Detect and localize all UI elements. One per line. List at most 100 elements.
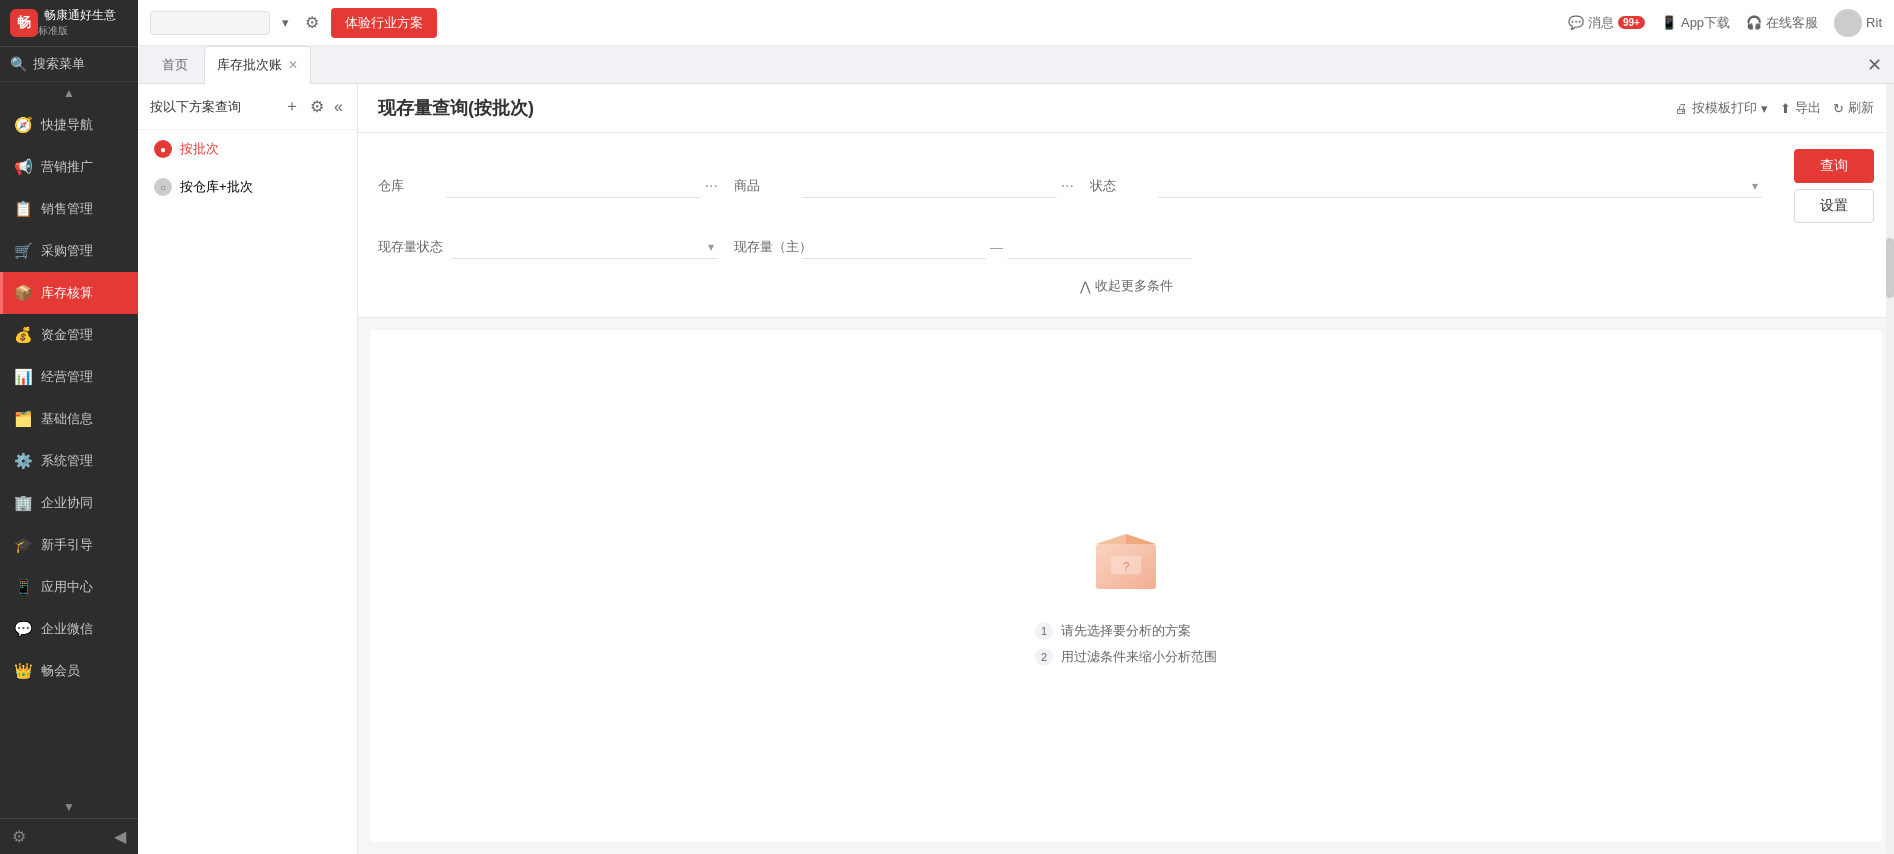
left-panel-header: 按以下方案查询 ＋ ⚙ «	[138, 84, 357, 130]
nav-label-purchase: 采购管理	[41, 242, 93, 260]
tab-close-icon[interactable]: ✕	[288, 59, 298, 71]
empty-tip-2: 2 用过滤条件来缩小分析范围	[1035, 648, 1217, 666]
message-item[interactable]: 💬 消息 99+	[1568, 14, 1645, 32]
collapse-panel-icon[interactable]: «	[332, 96, 345, 118]
sidebar-item-member[interactable]: 👑畅会员	[0, 650, 138, 692]
empty-tip-1: 1 请先选择要分析的方案	[1035, 622, 1217, 640]
user-name: Rit	[1866, 15, 1882, 30]
content-area: ? 1 请先选择要分析的方案 2 用过滤条件来缩小分析范围	[370, 330, 1882, 842]
phone-icon: 📱	[1661, 15, 1677, 30]
product-dots[interactable]: ···	[1061, 177, 1074, 195]
sidebar-item-operations[interactable]: 📊经营管理	[0, 356, 138, 398]
scheme-item-batch[interactable]: ● 按批次	[138, 130, 357, 168]
inventory-qty-from[interactable]	[802, 235, 986, 259]
product-input[interactable]	[802, 174, 1057, 198]
sidebar-item-system[interactable]: ⚙️系统管理	[0, 440, 138, 482]
settings-scheme-icon[interactable]: ⚙	[308, 95, 326, 118]
action-btn-group: 查询 设置	[1794, 149, 1874, 223]
topbar-right: 💬 消息 99+ 📱 App下载 🎧 在线客服 Rit	[1568, 9, 1882, 37]
warehouse-dots[interactable]: ···	[705, 177, 718, 195]
sidebar-item-newbie[interactable]: 🎓 新手引导	[0, 524, 138, 566]
filter-row-1: 仓库 ··· 商品 ··· 状态	[378, 149, 1874, 223]
nav-label-system: 系统管理	[41, 452, 93, 470]
svg-marker-1	[1096, 534, 1126, 544]
query-button[interactable]: 查询	[1794, 149, 1874, 183]
customer-service-label: 在线客服	[1766, 14, 1818, 32]
collapse-sidebar-icon[interactable]: ◀	[114, 827, 126, 846]
app-title-group: 畅康通好生意 标准版	[38, 8, 116, 38]
app-subtitle: 标准版	[38, 24, 116, 38]
svg-text:?: ?	[1123, 560, 1130, 574]
export-icon: ⬆	[1780, 101, 1791, 116]
topbar-gear-icon[interactable]: ⚙	[301, 9, 323, 36]
nav-icon-appcenter: 📱	[13, 578, 33, 596]
refresh-action[interactable]: ↻ 刷新	[1833, 99, 1874, 117]
title-actions: 🖨 按模板打印 ▾ ⬆ 导出 ↻ 刷新	[1675, 99, 1874, 117]
sidebar-item-quicknav[interactable]: 🧭快捷导航	[0, 104, 138, 146]
nav-icon-wechat: 💬	[13, 620, 33, 638]
inventory-status-label: 现存量状态	[378, 238, 443, 256]
app-logo: 畅	[10, 9, 38, 37]
message-badge: 99+	[1618, 16, 1645, 29]
inventory-status-select[interactable]	[451, 235, 718, 259]
status-select[interactable]	[1158, 174, 1762, 198]
nav-icon-newbie: 🎓	[13, 536, 33, 554]
user-item[interactable]: Rit	[1834, 9, 1882, 37]
sidebar-search[interactable]: 🔍 搜索菜单	[0, 47, 138, 82]
tip-number-2: 2	[1035, 648, 1053, 666]
customer-service-item[interactable]: 🎧 在线客服	[1746, 14, 1818, 32]
warehouse-input[interactable]	[446, 174, 701, 198]
settings-icon[interactable]: ⚙	[12, 827, 26, 846]
nav-icon-enterprise: 🏢	[13, 494, 33, 512]
tabs-close-icon[interactable]: ✕	[1867, 54, 1882, 76]
export-action[interactable]: ⬆ 导出	[1780, 99, 1821, 117]
page-title-bar: 现存量查询(按批次) 🖨 按模板打印 ▾ ⬆ 导出 ↻ 刷新	[358, 84, 1894, 133]
inventory-qty-to[interactable]	[1007, 235, 1191, 259]
print-action[interactable]: 🖨 按模板打印 ▾	[1675, 99, 1768, 117]
sidebar-item-sales[interactable]: 📋销售管理	[0, 188, 138, 230]
search-icon: 🔍	[10, 56, 27, 72]
warehouse-filter-group: 仓库 ···	[378, 174, 718, 198]
nav-label-operations: 经营管理	[41, 368, 93, 386]
sidebar-search-label: 搜索菜单	[33, 55, 85, 73]
message-label: 消息	[1588, 14, 1614, 32]
scheme-item-warehouse-batch[interactable]: ○ 按仓库+批次	[138, 168, 357, 206]
sidebar-item-purchase[interactable]: 🛒 采购管理	[0, 230, 138, 272]
collapse-row[interactable]: ⋀ 收起更多条件	[378, 271, 1874, 301]
print-label: 按模板打印	[1692, 99, 1757, 117]
inventory-status-group: 现存量状态	[378, 235, 718, 259]
sidebar-scroll-down[interactable]: ▼	[0, 796, 138, 818]
add-scheme-icon[interactable]: ＋	[282, 94, 302, 119]
sidebar-item-wechat[interactable]: 💬企业微信	[0, 608, 138, 650]
tab-inventory-batch[interactable]: 库存批次账 ✕	[204, 46, 311, 84]
nav-icon-inventory: 📦	[13, 284, 33, 302]
settings-button[interactable]: 设置	[1794, 189, 1874, 223]
sidebar-item-appcenter[interactable]: 📱应用中心	[0, 566, 138, 608]
empty-tips: 1 请先选择要分析的方案 2 用过滤条件来缩小分析范围	[1035, 622, 1217, 666]
nav-label-member: 畅会员	[41, 662, 80, 680]
sidebar-item-marketing[interactable]: 📢营销推广	[0, 146, 138, 188]
product-label: 商品	[734, 177, 794, 195]
nav-icon-sales: 📋	[13, 200, 33, 218]
nav-label-newbie: 新手引导	[41, 536, 93, 554]
collapse-icon: ⋀	[1080, 279, 1091, 294]
nav-icon-purchase: 🛒	[13, 242, 33, 260]
inventory-qty-group: 现存量（主） —	[734, 235, 1074, 259]
topbar-search-input[interactable]	[150, 11, 270, 35]
status-filter-group: 状态	[1090, 174, 1762, 198]
topbar-dropdown-icon[interactable]: ▾	[278, 11, 293, 34]
tip-number-1: 1	[1035, 622, 1053, 640]
nav-icon-finance: 💰	[13, 326, 33, 344]
sidebar-scroll-up[interactable]: ▲	[0, 82, 138, 104]
right-scrollbar[interactable]	[1886, 84, 1894, 854]
nav-label-quicknav: 快捷导航	[41, 116, 93, 134]
sidebar-item-inventory[interactable]: 📦库存核算	[0, 272, 138, 314]
sidebar-item-enterprise[interactable]: 🏢企业协同	[0, 482, 138, 524]
tab-home[interactable]: 首页	[150, 46, 200, 84]
status-label: 状态	[1090, 177, 1150, 195]
left-panel: 按以下方案查询 ＋ ⚙ « ● 按批次 ○ 按仓库+批次	[138, 84, 358, 854]
sidebar-item-basic[interactable]: 🗂️基础信息	[0, 398, 138, 440]
trial-button[interactable]: 体验行业方案	[331, 8, 437, 38]
app-download-item[interactable]: 📱 App下载	[1661, 14, 1730, 32]
sidebar-item-finance[interactable]: 💰资金管理	[0, 314, 138, 356]
